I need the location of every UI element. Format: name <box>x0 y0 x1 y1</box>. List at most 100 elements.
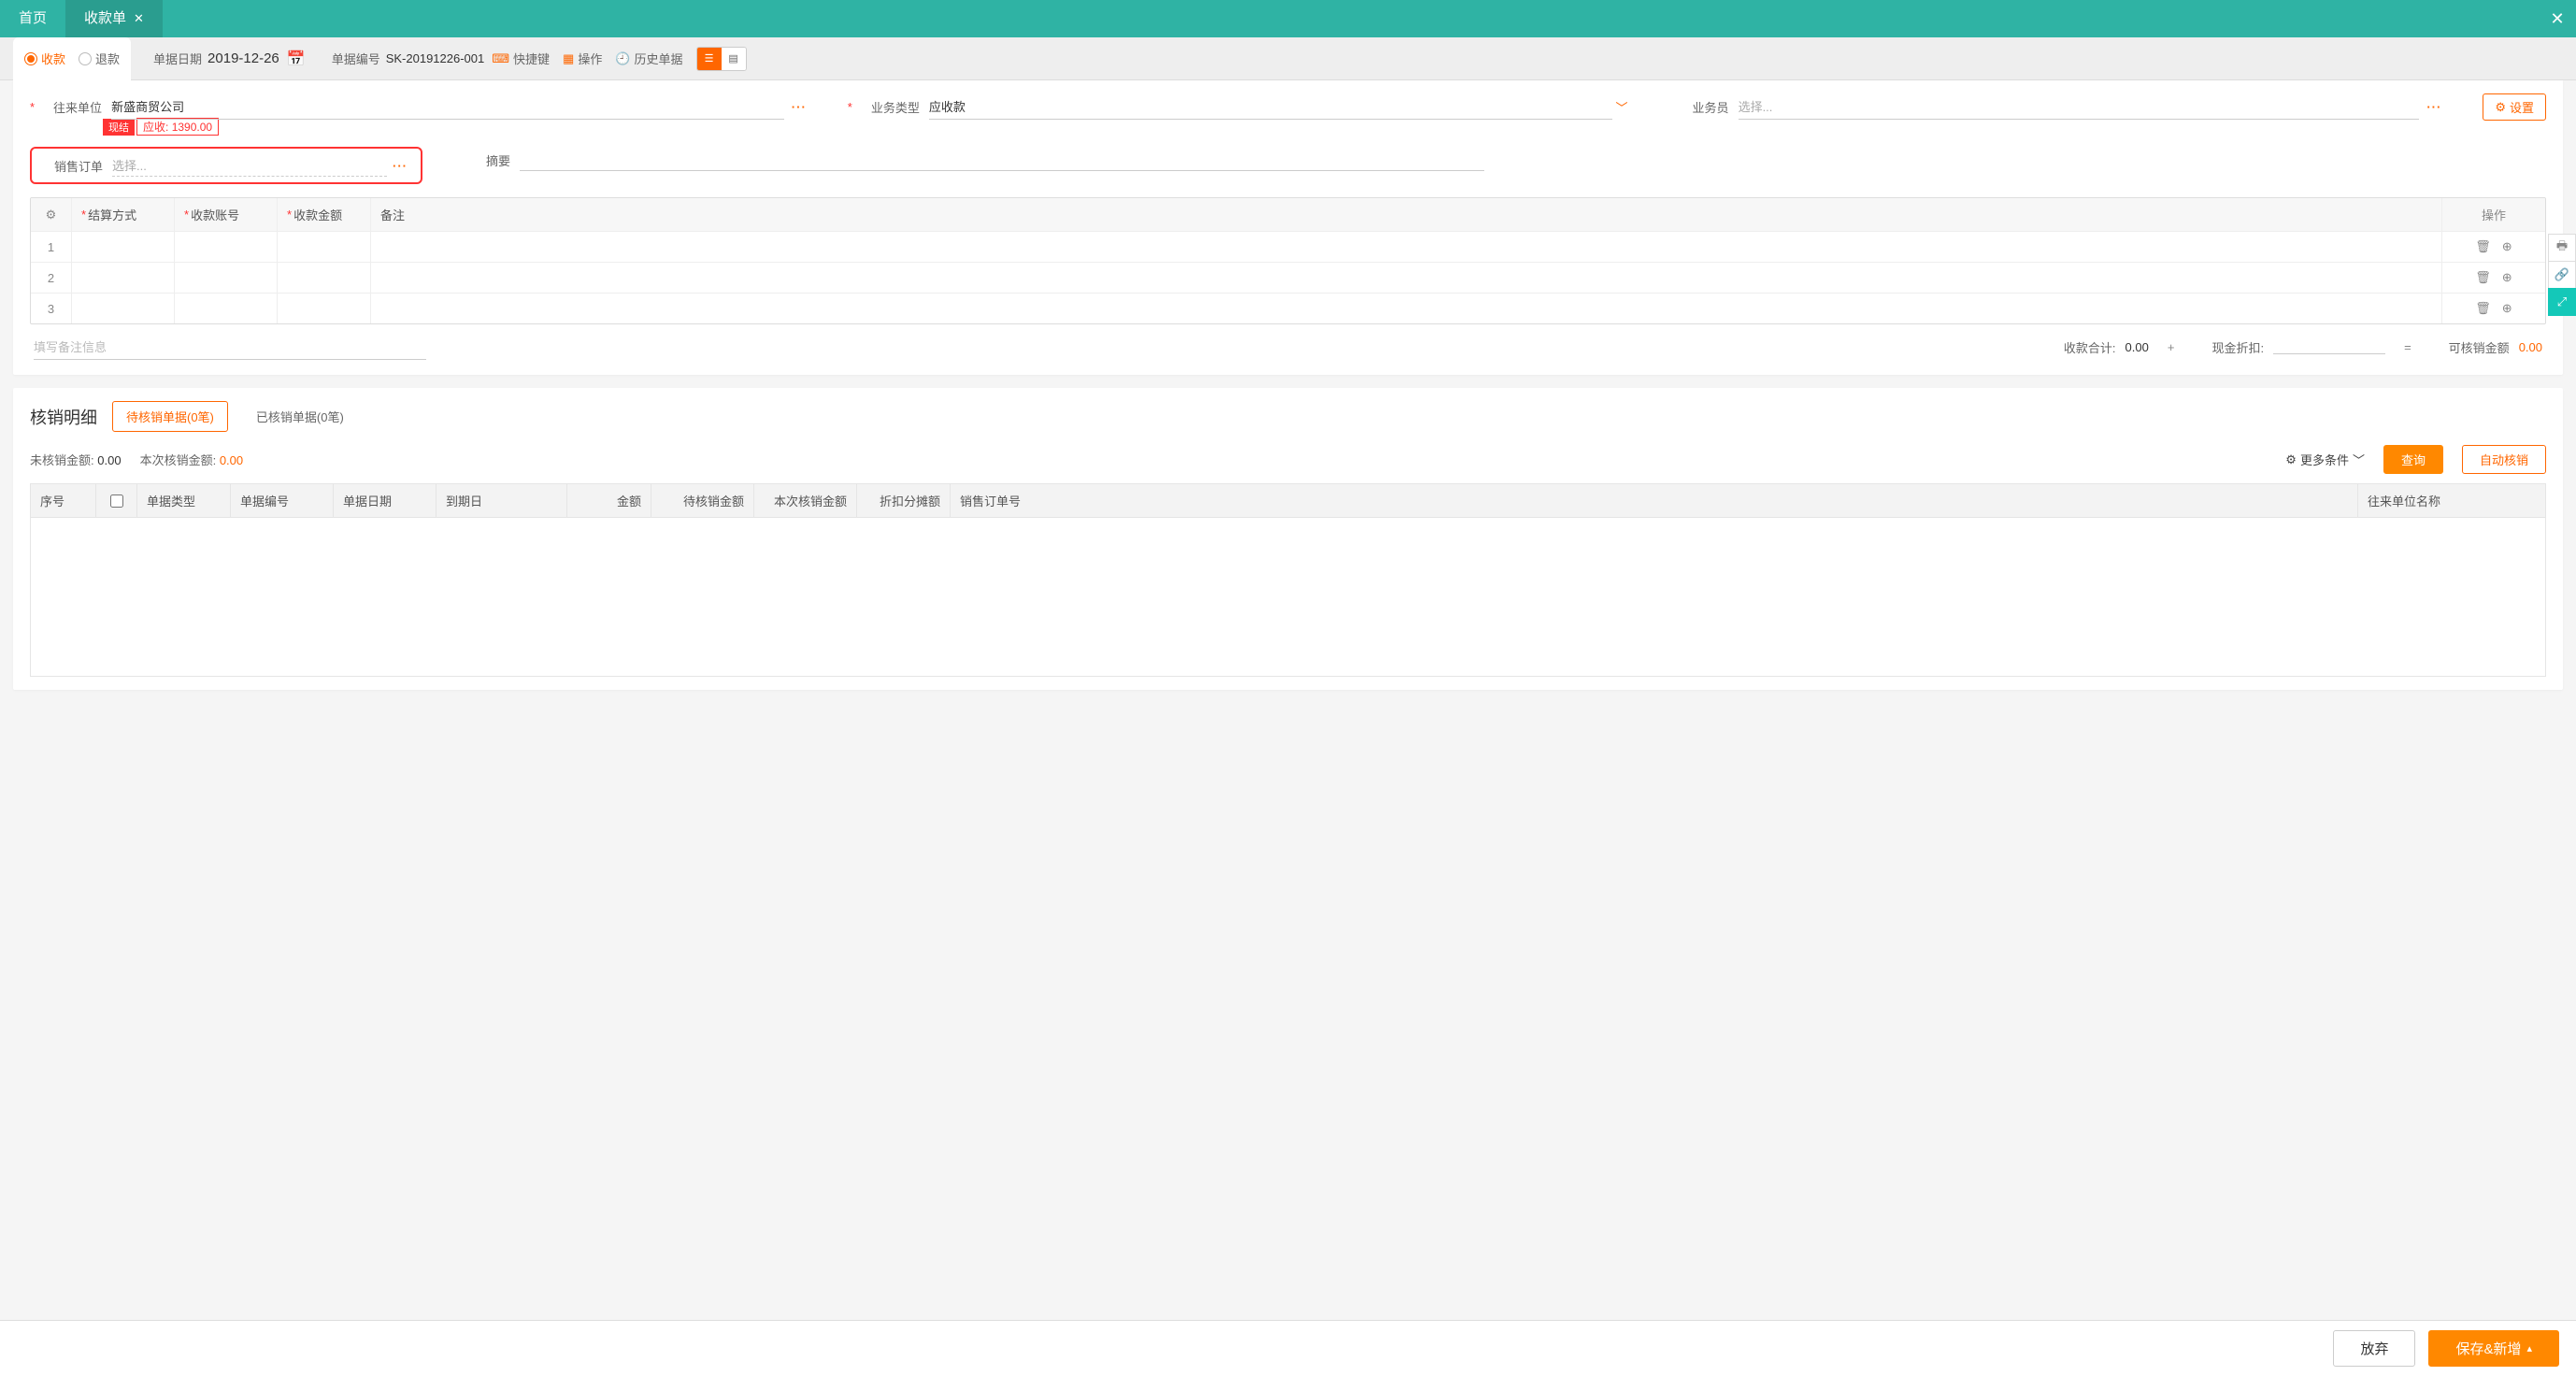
side-expand-icon[interactable]: ⤢ <box>2548 288 2576 316</box>
mode-receive-radio[interactable]: 收款 <box>24 50 65 67</box>
cell-account[interactable] <box>175 294 278 323</box>
payment-table: ⚙ *结算方式 *收款账号 *收款金额 备注 操作 1 🗑⊕ 2 🗑⊕ 3 <box>30 197 2546 324</box>
no-value: SK-20191226-001 <box>386 51 485 65</box>
row-index: 2 <box>31 263 72 293</box>
tab-home[interactable]: 首页 <box>0 0 65 37</box>
row-add-icon[interactable]: ⊕ <box>2502 301 2512 316</box>
party-label: 往来单位 <box>38 98 102 116</box>
col-so: 销售订单号 <box>951 484 2358 517</box>
grid-icon: ▦ <box>563 51 574 66</box>
list-view-icon[interactable]: ☰ <box>697 48 722 70</box>
side-print-icon[interactable]: 🖶 <box>2548 234 2576 262</box>
col-ops: 操作 <box>2442 198 2545 231</box>
cell-method[interactable] <box>72 263 175 293</box>
biz-select[interactable]: 应收款 <box>929 93 1612 120</box>
cell-account[interactable] <box>175 232 278 262</box>
col-method: *结算方式 <box>72 198 175 231</box>
col-cust: 往来单位名称 <box>2358 484 2545 517</box>
plus-sign: + <box>2168 340 2175 354</box>
col-no: 单据编号 <box>231 484 334 517</box>
auto-writeoff-button[interactable]: 自动核销 <box>2462 445 2546 474</box>
row-delete-icon[interactable]: 🗑 <box>2475 270 2491 285</box>
card-view-icon[interactable]: ▤ <box>722 48 746 70</box>
party-more-icon[interactable]: ··· <box>788 100 810 114</box>
side-link-icon[interactable]: 🔗 <box>2548 261 2576 289</box>
cell-amount[interactable] <box>278 232 371 262</box>
chevron-down-icon[interactable]: ﹀ <box>1616 98 1628 116</box>
cancel-label: 可核销金额 <box>2449 338 2510 356</box>
col-account: *收款账号 <box>175 198 278 231</box>
cell-amount[interactable] <box>278 263 371 293</box>
writeoff-card: 核销明细 待核销单据(0笔) 已核销单据(0笔) 未核销金额: 0.00 本次核… <box>13 388 2563 690</box>
radio-dot-icon <box>79 52 92 65</box>
unwrite-value: 0.00 <box>97 453 121 467</box>
date-value[interactable]: 2019-12-26 <box>208 50 279 66</box>
row-index: 3 <box>31 294 72 323</box>
table-settings-icon[interactable]: ⚙ <box>31 198 72 231</box>
tab-pending[interactable]: 待核销单据(0笔) <box>112 401 228 432</box>
discount-input[interactable] <box>2273 339 2385 354</box>
chevron-down-icon: ﹀ <box>2353 451 2365 468</box>
view-toggle[interactable]: ☰ ▤ <box>696 47 747 71</box>
agent-select[interactable]: 选择... <box>1739 93 2420 120</box>
gear-icon: ⚙ <box>2495 100 2506 115</box>
col-seq: 序号 <box>31 484 96 517</box>
tab-close-icon[interactable]: ✕ <box>134 11 144 25</box>
ops-button[interactable]: ▦操作 <box>563 50 602 67</box>
row-delete-icon[interactable]: 🗑 <box>2475 301 2491 316</box>
biz-label: 业务类型 <box>856 98 920 116</box>
col-amt: 金额 <box>567 484 651 517</box>
col-check[interactable] <box>96 484 137 517</box>
cell-remark[interactable] <box>371 263 2442 293</box>
shortcut-button[interactable]: ⌨快捷键 <box>492 50 550 67</box>
footer-bar: 放弃 保存&新增▴ <box>0 1320 2576 1376</box>
form-card: *往来单位 新盛商贸公司 ··· 现结 应收: 1390.00 *业务类型 应收… <box>13 80 2563 375</box>
cell-remark[interactable] <box>371 232 2442 262</box>
cell-method[interactable] <box>72 294 175 323</box>
summary-label: 摘要 <box>460 151 510 169</box>
col-type: 单据类型 <box>137 484 231 517</box>
row-index: 1 <box>31 232 72 262</box>
cell-amount[interactable] <box>278 294 371 323</box>
query-button[interactable]: 查询 <box>2383 445 2443 474</box>
history-button[interactable]: 🕘历史单据 <box>615 50 682 67</box>
calendar-icon[interactable]: 📅 <box>287 50 306 68</box>
row-add-icon[interactable]: ⊕ <box>2502 239 2512 254</box>
abandon-button[interactable]: 放弃 <box>2333 1330 2415 1367</box>
unwrite-label: 未核销金额: <box>30 453 94 467</box>
cell-account[interactable] <box>175 263 278 293</box>
more-conditions-button[interactable]: ⚙更多条件﹀ <box>2285 451 2365 468</box>
sub-bar: 收款 退款 单据日期 2019-12-26 📅 单据编号 SK-20191226… <box>0 37 2576 80</box>
no-label: 单据编号 <box>332 50 380 67</box>
cell-remark[interactable] <box>371 294 2442 323</box>
summary-input[interactable] <box>520 149 1484 171</box>
settings-button[interactable]: ⚙设置 <box>2483 93 2546 121</box>
mode-refund-radio[interactable]: 退款 <box>79 50 120 67</box>
col-cur: 本次核销金额 <box>754 484 857 517</box>
so-more-icon[interactable]: ··· <box>387 159 413 173</box>
row-delete-icon[interactable]: 🗑 <box>2475 239 2491 254</box>
cur-value: 0.00 <box>220 453 243 467</box>
writeoff-table-head: 序号 单据类型 单据编号 单据日期 到期日 金额 待核销金额 本次核销金额 折扣… <box>30 483 2546 518</box>
sales-order-box[interactable]: 销售订单 选择... ··· <box>30 147 422 184</box>
party-input[interactable]: 新盛商贸公司 <box>111 93 784 120</box>
agent-label: 业务员 <box>1666 98 1729 116</box>
select-all-checkbox[interactable] <box>110 494 123 508</box>
tab-receipt[interactable]: 收款单✕ <box>65 0 163 37</box>
note-input[interactable]: 填写备注信息 <box>34 334 426 360</box>
cell-method[interactable] <box>72 232 175 262</box>
window-close-icon[interactable]: ✕ <box>2539 0 2576 37</box>
writeoff-table-body <box>30 518 2546 677</box>
col-date: 单据日期 <box>334 484 436 517</box>
receivable-badge: 应收: 1390.00 <box>136 118 219 136</box>
side-tools: 🖶 🔗 ⤢ <box>2548 234 2576 315</box>
tab-done[interactable]: 已核销单据(0笔) <box>243 402 357 431</box>
cancel-value: 0.00 <box>2519 340 2542 354</box>
caret-up-icon: ▴ <box>2526 1342 2532 1354</box>
agent-more-icon[interactable]: ··· <box>2423 100 2445 114</box>
col-remark: 备注 <box>371 198 2442 231</box>
row-add-icon[interactable]: ⊕ <box>2502 270 2512 285</box>
writeoff-title: 核销明细 <box>30 405 97 429</box>
so-select[interactable]: 选择... <box>112 154 387 177</box>
save-new-button[interactable]: 保存&新增▴ <box>2428 1330 2559 1367</box>
